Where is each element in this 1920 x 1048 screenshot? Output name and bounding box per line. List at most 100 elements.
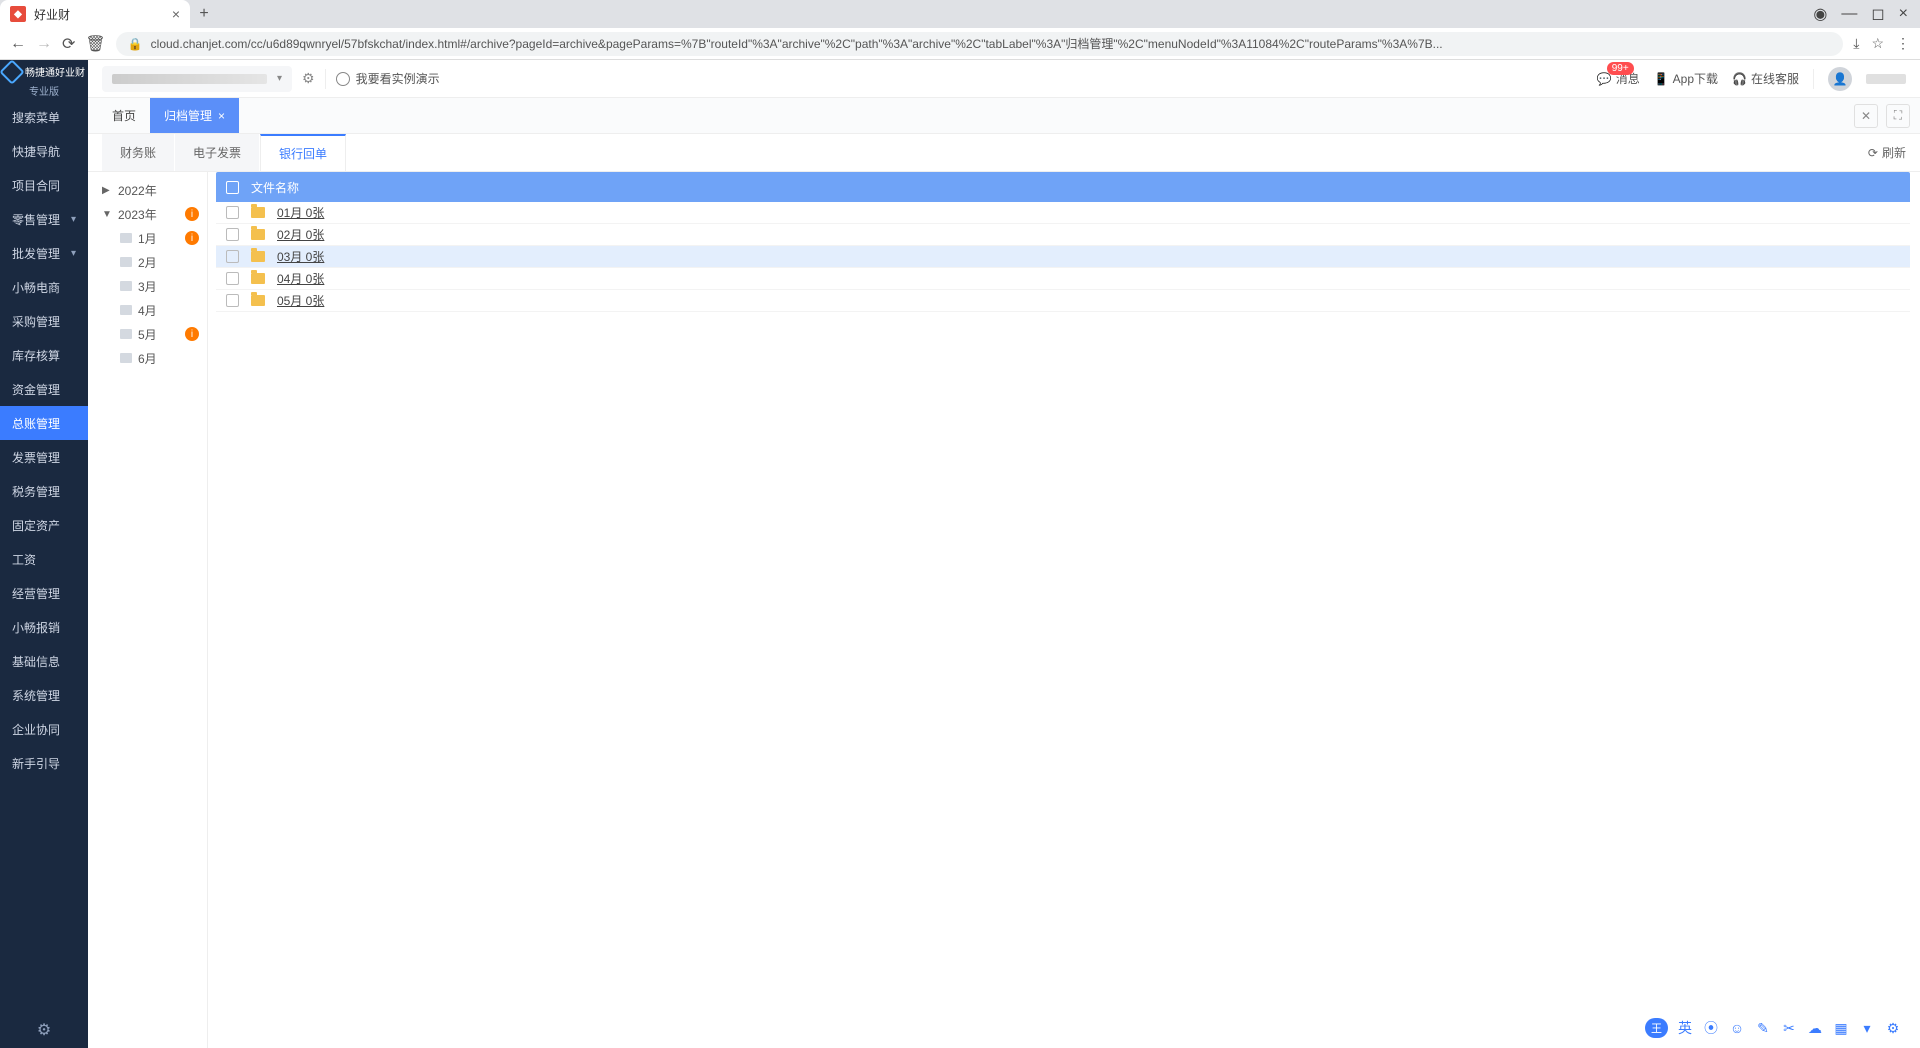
avatar[interactable]: 👤 (1828, 67, 1852, 91)
subtab-einvoice[interactable]: 电子发票 (175, 134, 259, 171)
minimize-icon[interactable]: — (1841, 5, 1857, 23)
maximize-icon[interactable]: ◻ (1871, 4, 1884, 24)
sidebar-item[interactable]: 税务管理 (0, 474, 88, 508)
sidebar-item[interactable]: 库存核算 (0, 338, 88, 372)
close-tab-icon[interactable]: × (218, 109, 225, 123)
app-download-button[interactable]: 📱 App下载 (1654, 70, 1718, 87)
file-name[interactable]: 03月 0张 (277, 248, 324, 265)
close-all-tabs-icon[interactable]: ✕ (1854, 104, 1878, 128)
down-icon[interactable]: ▾ (1858, 1019, 1876, 1037)
file-row[interactable]: 05月 0张 (216, 290, 1910, 312)
star-icon[interactable]: ☆ (1871, 35, 1884, 52)
ime-lang[interactable]: 英 (1676, 1019, 1694, 1037)
smile-icon[interactable]: ☺ (1728, 1019, 1746, 1037)
profile-icon[interactable]: ◉ (1813, 4, 1827, 24)
folder-icon (120, 353, 132, 363)
tree-month-6[interactable]: 6月 (88, 346, 207, 370)
tree-month-3[interactable]: 3月 (88, 274, 207, 298)
close-tab-icon[interactable]: × (172, 6, 180, 22)
sidebar-item-label: 企业协同 (12, 721, 60, 738)
settings-gear-icon[interactable]: ⚙ (0, 1012, 88, 1048)
tab-title: 好业财 (34, 6, 164, 23)
phone-icon: 📱 (1654, 72, 1669, 86)
logo-text: 畅捷通好业财 (25, 64, 85, 79)
fullscreen-icon[interactable]: ⛶ (1886, 104, 1910, 128)
new-tab-button[interactable]: + (190, 0, 218, 28)
folder-icon (251, 207, 265, 218)
sidebar-item-label: 工资 (12, 551, 36, 568)
file-name[interactable]: 02月 0张 (277, 226, 324, 243)
tree-month-5[interactable]: 5月 i (88, 322, 207, 346)
file-name[interactable]: 05月 0张 (277, 292, 324, 309)
collapse-icon[interactable]: ▼ (102, 209, 112, 220)
demo-link[interactable]: 我要看实例演示 (336, 70, 440, 87)
reload-icon[interactable]: ⟳ (62, 34, 75, 54)
subtab-finance[interactable]: 财务账 (102, 134, 174, 171)
row-checkbox[interactable] (226, 250, 239, 263)
sidebar-item[interactable]: 资金管理 (0, 372, 88, 406)
sidebar-item[interactable]: 发票管理 (0, 440, 88, 474)
file-row[interactable]: 02月 0张 (216, 224, 1910, 246)
file-row[interactable]: 04月 0张 (216, 268, 1910, 290)
gear-icon[interactable]: ⚙ (1884, 1019, 1902, 1037)
cloud-icon[interactable]: ☁ (1806, 1019, 1824, 1037)
file-row[interactable]: 01月 0张 (216, 202, 1910, 224)
edit-icon[interactable]: ✎ (1754, 1019, 1772, 1037)
tree-year-2023[interactable]: ▼ 2023年 i (88, 202, 207, 226)
sidebar-item[interactable]: 搜索菜单 (0, 100, 88, 134)
company-selector[interactable]: ▾ (102, 66, 292, 92)
sidebar-item[interactable]: 经营管理 (0, 576, 88, 610)
sidebar-item[interactable]: 小畅报销 (0, 610, 88, 644)
sidebar-item[interactable]: 零售管理▾ (0, 202, 88, 236)
forward-icon[interactable]: → (36, 35, 52, 53)
row-checkbox[interactable] (226, 294, 239, 307)
online-service-button[interactable]: 🎧 在线客服 (1732, 70, 1799, 87)
sidebar-item[interactable]: 快捷导航 (0, 134, 88, 168)
expand-icon[interactable]: ▶ (102, 185, 112, 196)
tree-month-4[interactable]: 4月 (88, 298, 207, 322)
sidebar-item-label: 采购管理 (12, 313, 60, 330)
folder-icon (120, 329, 132, 339)
subtabs: 财务账 电子发票 银行回单 ⟳ 刷新 (88, 134, 1920, 172)
close-window-icon[interactable]: × (1899, 5, 1908, 23)
row-checkbox[interactable] (226, 206, 239, 219)
sidebar-item[interactable]: 工资 (0, 542, 88, 576)
sidebar-item[interactable]: 小畅电商 (0, 270, 88, 304)
browser-tab[interactable]: ◆ 好业财 × (0, 0, 190, 28)
row-checkbox[interactable] (226, 272, 239, 285)
tool-icon[interactable]: ⦿ (1702, 1019, 1720, 1037)
grid-icon[interactable]: ▦ (1832, 1019, 1850, 1037)
messages-button[interactable]: 💬 消息 99+ (1597, 70, 1640, 87)
sidebar-item[interactable]: 基础信息 (0, 644, 88, 678)
trash-icon[interactable]: 🗑 (85, 34, 105, 54)
file-row[interactable]: 03月 0张 (216, 246, 1910, 268)
company-settings-icon[interactable]: ⚙ (302, 70, 315, 87)
file-name[interactable]: 04月 0张 (277, 270, 324, 287)
subtab-bankreceipt[interactable]: 银行回单 (260, 134, 346, 171)
tab-archive[interactable]: 归档管理 × (150, 98, 239, 133)
sidebar-item[interactable]: 企业协同 (0, 712, 88, 746)
sidebar-item[interactable]: 新手引导 (0, 746, 88, 780)
sidebar-item[interactable]: 固定资产 (0, 508, 88, 542)
refresh-button[interactable]: ⟳ 刷新 (1868, 134, 1906, 171)
sidebar-item[interactable]: 采购管理 (0, 304, 88, 338)
tree-month-1[interactable]: 1月 i (88, 226, 207, 250)
back-icon[interactable]: ← (10, 35, 26, 53)
url-input[interactable]: 🔒 cloud.chanjet.com/cc/u6d89qwnryel/57bf… (116, 32, 1844, 56)
folder-icon (120, 233, 132, 243)
tree-month-2[interactable]: 2月 (88, 250, 207, 274)
install-icon[interactable]: ⤓ (1853, 35, 1859, 52)
sidebar-item-label: 基础信息 (12, 653, 60, 670)
select-all-checkbox[interactable] (226, 181, 239, 194)
tab-home[interactable]: 首页 (98, 98, 150, 133)
sidebar-item[interactable]: 总账管理 (0, 406, 88, 440)
sidebar-item[interactable]: 批发管理▾ (0, 236, 88, 270)
sidebar-item[interactable]: 项目合同 (0, 168, 88, 202)
menu-icon[interactable]: ⋮ (1896, 35, 1910, 52)
ime-pill[interactable]: 王 (1645, 1018, 1668, 1038)
tree-year-2022[interactable]: ▶ 2022年 (88, 178, 207, 202)
sidebar-item[interactable]: 系统管理 (0, 678, 88, 712)
file-name[interactable]: 01月 0张 (277, 204, 324, 221)
row-checkbox[interactable] (226, 228, 239, 241)
scissors-icon[interactable]: ✂ (1780, 1019, 1798, 1037)
